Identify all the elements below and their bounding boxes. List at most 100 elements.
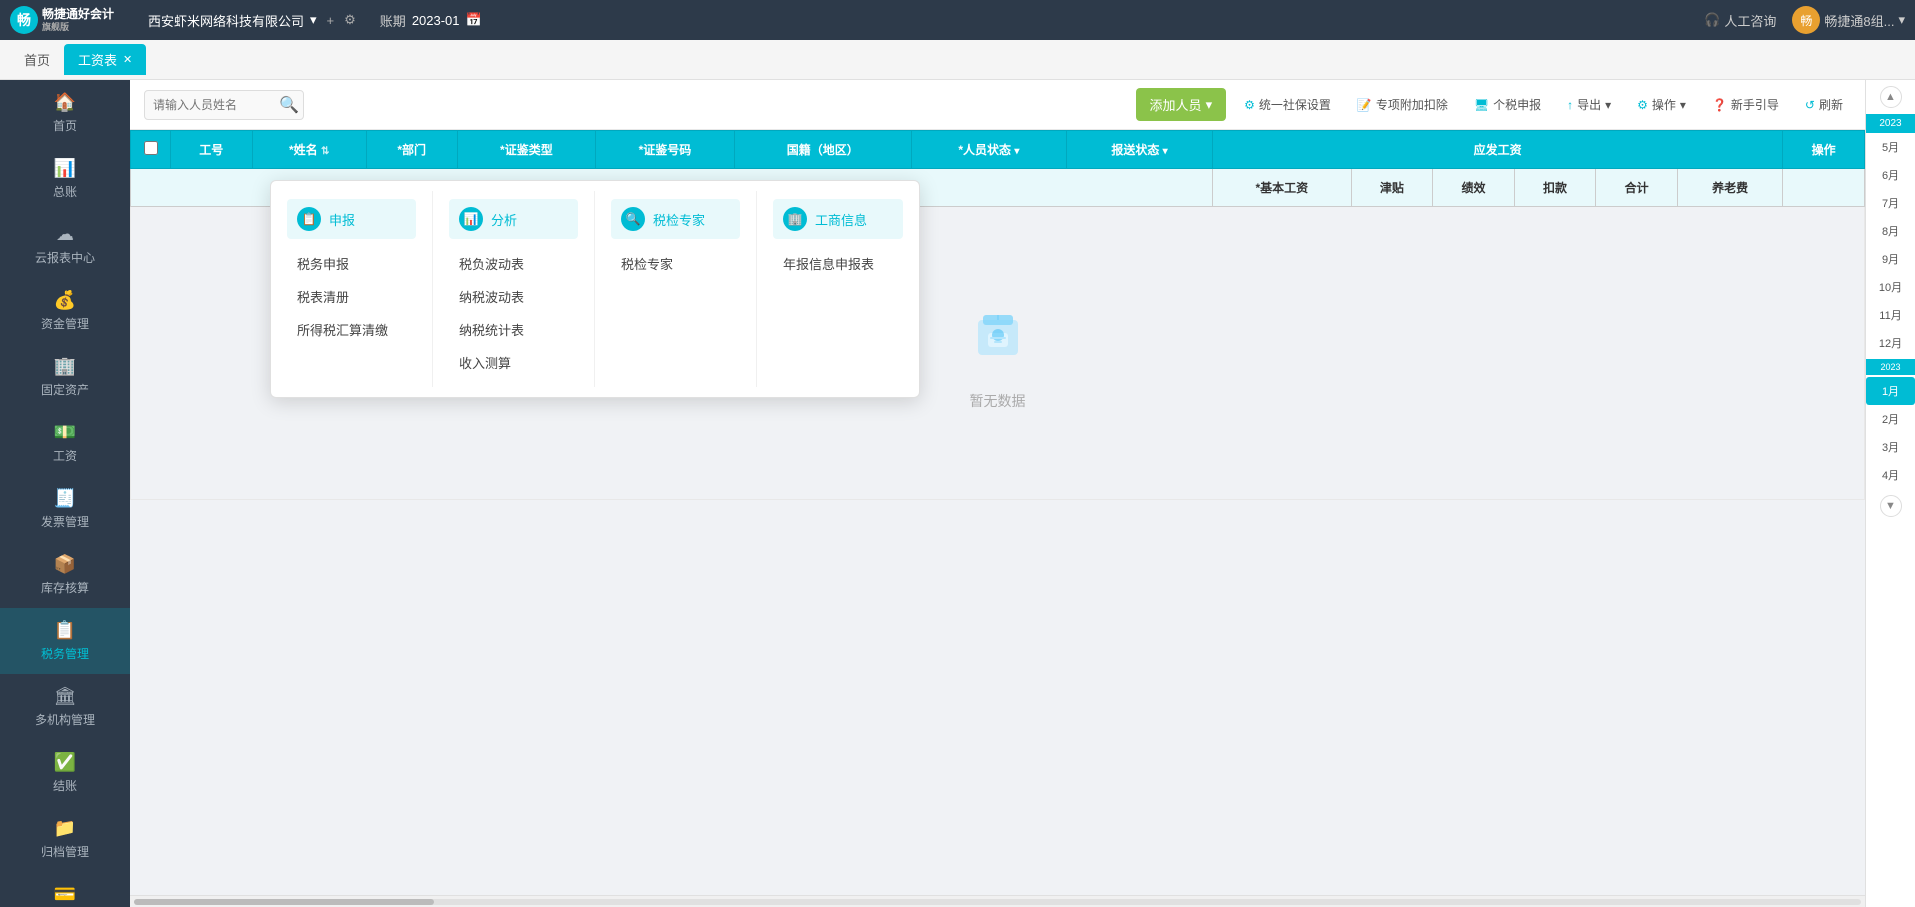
sidebar-item-assets[interactable]: 🏢 固定资产 [0,344,130,410]
user-dropdown-icon: ▾ [1898,12,1905,28]
name-sort-icon[interactable]: ⇅ [321,146,329,157]
social-label: 统一社保设置 [1259,96,1331,113]
export-btn[interactable]: ↑ 导出 ▾ [1559,92,1619,117]
toolbar: 🔍 添加人员 ▾ ⚙ 统一社保设置 📝 专项附加扣除 🖥 个税申报 [130,80,1865,130]
popup-col-expert: 🔍 税检专家 税检专家 [595,191,757,387]
popup-item-income-calc[interactable]: 收入测算 [449,346,578,379]
add-company-icon[interactable]: + [327,13,335,28]
tax-declaration-btn[interactable]: 🖥 个税申报 [1466,92,1549,117]
month-2[interactable]: 2月 [1866,405,1915,433]
popup-item-expert[interactable]: 税检专家 [611,247,740,280]
tab-bar: 首页 工资表 ✕ [0,40,1915,80]
add-person-button[interactable]: 添加人员 ▾ [1136,88,1227,121]
popup-header-declaration: 📋 申报 [287,199,416,239]
sidebar-item-salary[interactable]: 💵 工资 [0,410,130,476]
report-filter-icon[interactable]: ▾ [1163,146,1168,157]
header-right: 🎧 人工咨询 畅 畅捷通8组... ▾ [1704,6,1905,34]
month-8[interactable]: 8月 [1866,217,1915,245]
empty-text: 暂无数据 [970,391,1026,411]
sidebar-item-cloud[interactable]: ☁ 云报表中心 [0,212,130,278]
sidebar-item-capital[interactable]: 💰 资金管理 [0,278,130,344]
app-logo: 畅 畅捷通好会计 旗舰版 [10,6,140,34]
archive-icon: 📁 [54,818,76,839]
month-9[interactable]: 9月 [1866,245,1915,273]
nav-up-arrow[interactable]: ▲ [1880,86,1902,108]
sidebar-item-tax[interactable]: 📋 税务管理 [0,608,130,674]
sidebar-item-close[interactable]: ✅ 结账 [0,740,130,806]
special-deduction-btn[interactable]: 📝 专项附加扣除 [1349,92,1456,117]
declaration-title: 申报 [329,210,355,229]
popup-col-analysis: 📊 分析 税负波动表 纳税波动表 纳税统计表 收入 [433,191,595,387]
search-input[interactable] [153,98,273,112]
toolbar-actions: 添加人员 ▾ ⚙ 统一社保设置 📝 专项附加扣除 🖥 个税申报 ↑ 导 [1136,88,1851,121]
declaration-icon: 📋 [297,207,321,231]
refresh-btn[interactable]: ↺ 刷新 [1797,92,1851,117]
company-selector[interactable]: 西安虾米网络科技有限公司 ▾ + ⚙ [140,7,364,34]
scroll-thumb[interactable] [134,899,434,905]
multi-org-icon: 🏛 [54,686,77,707]
popup-item-income-tax[interactable]: 所得税汇算清缴 [287,313,416,346]
popup-item-tax-decl[interactable]: 税务申报 [287,247,416,280]
month-11[interactable]: 11月 [1866,301,1915,329]
tax-decl-label: 个税申报 [1493,96,1541,113]
right-panel: ▲ 2023 5月 6月 7月 8月 9月 10月 11月 12月 2023 [1865,80,1915,907]
month-3[interactable]: 3月 [1866,433,1915,461]
th-id: 工号 [171,131,253,169]
month-12[interactable]: 12月 [1866,329,1915,357]
main-layout: 🏠 首页 📊 总账 ☁ 云报表中心 💰 资金管理 🏢 固定资产 💵 工资 🧾 发… [0,80,1915,907]
th-payable-group: 应发工资 [1213,131,1783,169]
popup-header-expert: 🔍 税检专家 [611,199,740,239]
sidebar-item-ledger[interactable]: 📊 总账 [0,146,130,212]
select-all-checkbox[interactable] [144,141,158,155]
month-1[interactable]: 1月 [1866,377,1915,405]
status-filter-icon[interactable]: ▾ [1014,146,1019,157]
th-operation: 操作 [1783,131,1865,169]
operation-btn[interactable]: ⚙ 操作 ▾ [1629,92,1694,117]
settings-icon[interactable]: ⚙ [344,12,356,28]
sidebar-item-archive[interactable]: 📁 归档管理 [0,806,130,872]
th-report-status: 报送状态 ▾ [1067,131,1213,169]
sidebar-item-multi-org[interactable]: 🏛 多机构管理 [0,674,130,740]
sidebar-item-home[interactable]: 🏠 首页 [0,80,130,146]
month-10[interactable]: 10月 [1866,273,1915,301]
home-icon: 🏠 [54,92,76,113]
social-insurance-btn[interactable]: ⚙ 统一社保设置 [1236,92,1339,117]
calendar-icon[interactable]: 📅 [466,12,482,28]
right-nav-top: ▲ [1866,80,1915,114]
popup-item-tax-stats[interactable]: 纳税统计表 [449,313,578,346]
tab-home[interactable]: 首页 [10,44,64,75]
tab-close-icon[interactable]: ✕ [123,53,132,66]
nav-down-arrow[interactable]: ▼ [1880,495,1902,517]
right-nav-bottom: ▼ [1866,489,1915,523]
tab-salary-label: 工资表 [78,50,117,69]
th-id-type: *证鉴类型 [457,131,596,169]
sidebar-item-expense[interactable]: 💳 小畅报销 [0,872,130,907]
export-icon: ↑ [1567,98,1573,112]
sidebar-item-inventory[interactable]: 📦 库存核算 [0,542,130,608]
horizontal-scrollbar[interactable] [130,895,1865,907]
month-4[interactable]: 4月 [1866,461,1915,489]
inventory-icon: 📦 [54,554,76,575]
content-area: 🔍 添加人员 ▾ ⚙ 统一社保设置 📝 专项附加扣除 🖥 个税申报 [130,80,1865,907]
popup-item-tax-change[interactable]: 纳税波动表 [449,280,578,313]
th-id-num: *证鉴号码 [596,131,735,169]
sidebar-label-salary: 工资 [53,447,77,464]
month-5[interactable]: 5月 [1866,133,1915,161]
month-7[interactable]: 7月 [1866,189,1915,217]
user-menu[interactable]: 畅 畅捷通8组... ▾ [1792,6,1905,34]
popup-item-annual-report[interactable]: 年报信息申报表 [773,247,903,280]
expense-icon: 💳 [54,884,76,905]
user-name: 畅捷通8组... [1824,11,1894,30]
tab-salary[interactable]: 工资表 ✕ [64,44,146,75]
assets-icon: 🏢 [54,356,76,377]
sidebar-item-invoice[interactable]: 🧾 发票管理 [0,476,130,542]
tab-home-label: 首页 [24,50,50,69]
month-6[interactable]: 6月 [1866,161,1915,189]
tax-decl-icon: 🖥 [1474,98,1489,112]
popup-item-tax-form[interactable]: 税表清册 [287,280,416,313]
sidebar-label-archive: 归档管理 [41,843,89,860]
service-btn[interactable]: 🎧 人工咨询 [1704,11,1776,30]
invoice-icon: 🧾 [54,488,76,509]
popup-item-tax-burden[interactable]: 税负波动表 [449,247,578,280]
guide-btn[interactable]: ❓ 新手引导 [1704,92,1787,117]
